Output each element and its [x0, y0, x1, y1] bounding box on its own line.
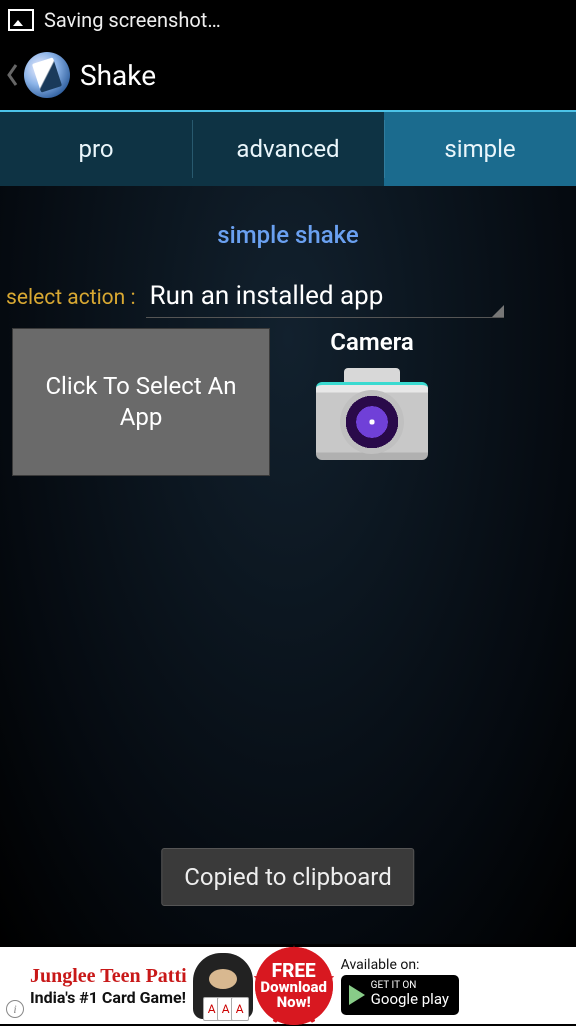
play-store-icon	[349, 985, 365, 1005]
action-bar: Shake	[0, 40, 576, 110]
tab-label: pro	[78, 135, 113, 163]
tab-row: pro advanced simple	[0, 110, 576, 186]
ad-banner[interactable]: i Junglee Teen Patti India's #1 Card Gam…	[0, 944, 576, 1024]
screenshot-icon	[8, 9, 34, 31]
toast-text: Copied to clipboard	[184, 863, 391, 891]
ad-burst: FREE Download Now!	[255, 947, 333, 1025]
selected-app-name: Camera	[316, 328, 428, 356]
app-icon[interactable]	[24, 52, 70, 98]
google-play-badge[interactable]: GET IT ON Google play	[341, 975, 459, 1015]
ad-title: Junglee Teen Patti	[30, 965, 187, 988]
ad-available-label: Available on:	[341, 957, 459, 973]
tab-simple[interactable]: simple	[384, 112, 576, 186]
app-select-row: Click To Select An App Camera	[4, 328, 572, 476]
tab-advanced[interactable]: advanced	[192, 112, 384, 186]
toast: Copied to clipboard	[161, 848, 414, 906]
action-spinner[interactable]: Run an installed app	[146, 279, 504, 318]
spinner-value: Run an installed app	[150, 281, 384, 311]
status-bar: Saving screenshot…	[0, 0, 576, 40]
store-big-text: Google play	[371, 992, 449, 1008]
tab-label: advanced	[236, 135, 339, 163]
camera-icon	[316, 368, 428, 460]
ad-info-icon[interactable]: i	[6, 1000, 24, 1018]
status-text: Saving screenshot…	[44, 8, 221, 32]
select-app-button-label: Click To Select An App	[31, 371, 251, 433]
ad-burst-bot: Now!	[277, 993, 311, 1011]
select-action-row: select action : Run an installed app	[4, 279, 572, 318]
tab-pro[interactable]: pro	[0, 112, 192, 186]
selected-app: Camera	[316, 328, 428, 460]
page-subtitle: simple shake	[4, 221, 572, 249]
ad-store-block: Available on: GET IT ON Google play	[341, 957, 459, 1015]
ad-subtitle: India's #1 Card Game!	[30, 988, 187, 1007]
content-area: simple shake select action : Run an inst…	[0, 186, 576, 944]
ad-cards-icon: AAA	[207, 997, 249, 1021]
select-action-label: select action :	[6, 286, 136, 310]
ad-text-block: Junglee Teen Patti India's #1 Card Game!	[30, 965, 187, 1007]
tab-label: simple	[444, 135, 515, 163]
select-app-button[interactable]: Click To Select An App	[12, 328, 270, 476]
ad-graphic: AAA	[193, 953, 253, 1019]
app-title: Shake	[80, 59, 156, 92]
back-icon[interactable]	[6, 63, 18, 87]
